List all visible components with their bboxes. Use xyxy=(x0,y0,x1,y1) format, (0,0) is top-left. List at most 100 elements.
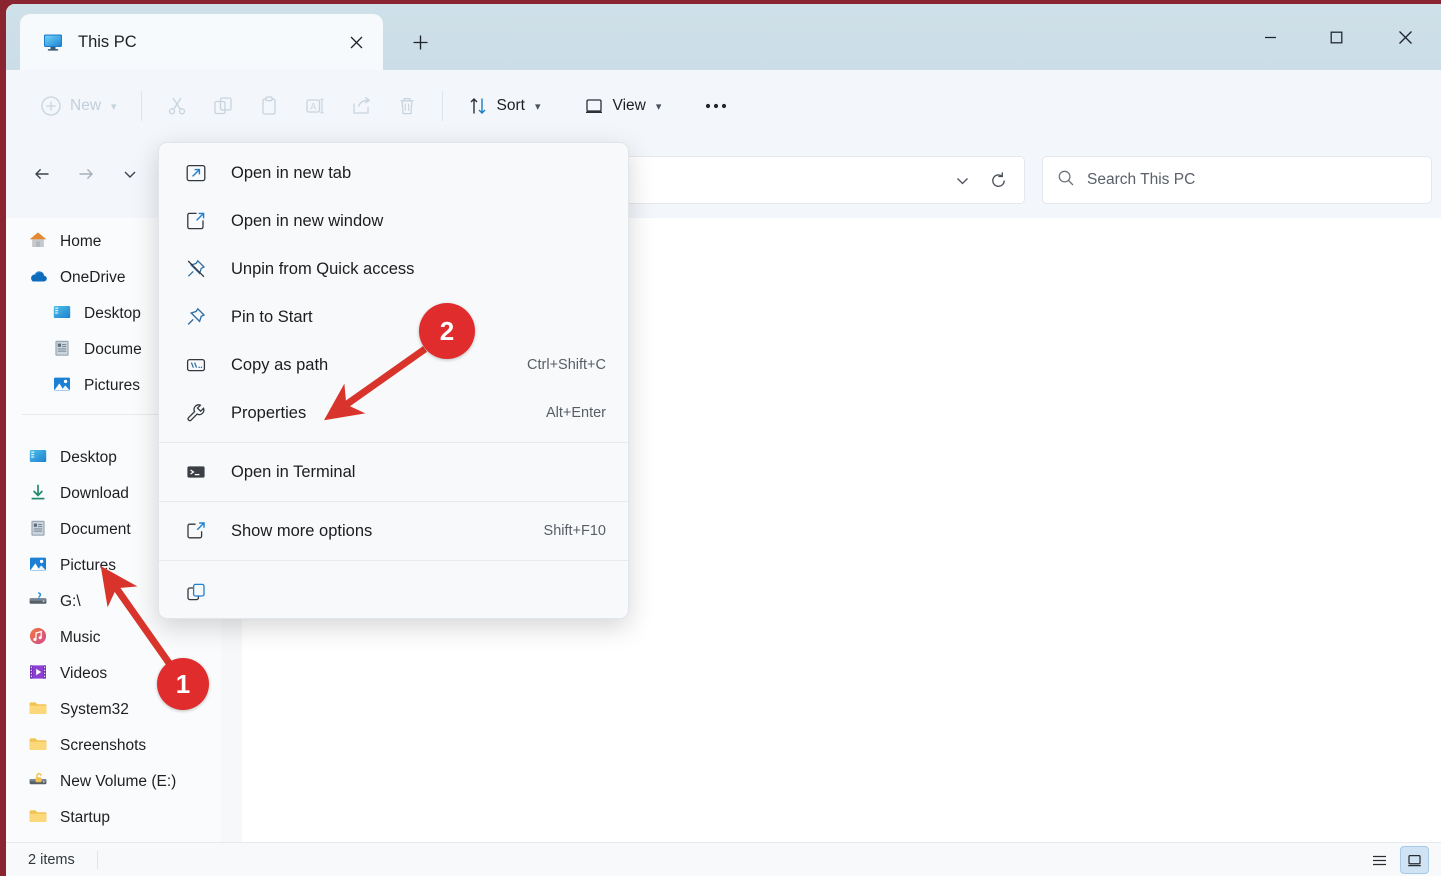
menu-item-pin-to-start[interactable]: Pin to Start xyxy=(159,293,628,341)
pictures-icon xyxy=(28,554,48,579)
large-icons-view-icon[interactable] xyxy=(1400,846,1429,874)
refresh-icon[interactable] xyxy=(980,162,1016,198)
sidebar-label: Screenshots xyxy=(60,737,147,754)
menu-item-open-in-new-window[interactable]: Open in new window xyxy=(159,197,628,245)
menu-item-label: Open in Terminal xyxy=(231,462,356,481)
sidebar-item-downloads[interactable]: Download xyxy=(28,476,129,512)
trash-icon xyxy=(396,95,418,117)
sidebar-item-system32[interactable]: System32 xyxy=(28,692,129,728)
sidebar-label: Home xyxy=(60,233,102,250)
close-window-button[interactable] xyxy=(1369,4,1441,70)
sidebar-item-documents[interactable]: Docume xyxy=(52,332,142,368)
menu-item-label: Show more options xyxy=(231,521,373,540)
search-box[interactable]: Search This PC xyxy=(1042,156,1432,204)
chevron-down-icon[interactable] xyxy=(944,162,980,198)
new-button[interactable]: New ▾ xyxy=(28,85,129,127)
toolbar-divider xyxy=(140,91,142,121)
sidebar-item-home[interactable]: Home xyxy=(28,224,101,260)
forward-button[interactable] xyxy=(66,154,106,194)
more-button[interactable] xyxy=(691,85,741,127)
file-explorer-window: This PC New ▾ A Sort ▾ View ▾ Search Thi… xyxy=(6,4,1441,876)
sidebar-item-desktop[interactable]: Desktop xyxy=(52,296,141,332)
drive-locked-icon xyxy=(28,770,48,795)
menu-item-accel: Ctrl+Shift+C xyxy=(527,357,606,373)
chevron-down-icon: ▾ xyxy=(111,100,117,113)
toolbar-divider-2 xyxy=(441,91,443,121)
show-more-icon xyxy=(183,518,209,544)
menu-item-properties[interactable]: Properties Alt+Enter xyxy=(159,389,628,437)
delete-button[interactable] xyxy=(384,85,430,127)
menu-item-label: Copy as path xyxy=(231,355,329,374)
sidebar-item-music[interactable]: Music xyxy=(28,620,100,656)
sidebar-item-new-volume-e[interactable]: New Volume (E:) xyxy=(28,764,176,800)
sidebar-item-onedrive[interactable]: OneDrive xyxy=(28,260,125,296)
menu-item-show-more-options[interactable]: Show more options Shift+F10 xyxy=(159,507,628,555)
sort-button[interactable]: Sort ▾ xyxy=(455,85,553,127)
sidebar-label: Document xyxy=(60,521,131,538)
menu-item-copy-as-path[interactable]: Copy as path Ctrl+Shift+C xyxy=(159,341,628,389)
sidebar-item-desktop-2[interactable]: Desktop xyxy=(28,440,117,476)
tab-this-pc[interactable]: This PC xyxy=(20,14,383,70)
ellipsis-icon xyxy=(703,95,729,117)
documents-icon xyxy=(28,518,48,543)
menu-item-trailing[interactable] xyxy=(159,566,628,618)
sidebar-label: G:\ xyxy=(60,593,81,610)
share-button[interactable] xyxy=(338,85,384,127)
menu-item-unpin-from-quick-access[interactable]: Unpin from Quick access xyxy=(159,245,628,293)
share-icon xyxy=(350,95,372,117)
cut-button[interactable] xyxy=(154,85,200,127)
sidebar-item-documents-2[interactable]: Document xyxy=(28,512,131,548)
tab-title: This PC xyxy=(78,32,137,51)
status-bar: 2 items xyxy=(6,842,1441,876)
desktop-icon xyxy=(28,446,48,471)
new-tab-button[interactable] xyxy=(398,24,442,60)
menu-separator-3 xyxy=(159,560,628,561)
minimize-button[interactable] xyxy=(1237,4,1303,70)
menu-item-label: Open in new tab xyxy=(231,163,352,182)
annotation-badge-1: 1 xyxy=(157,658,209,710)
window-controls xyxy=(1237,4,1441,70)
this-pc-icon xyxy=(42,31,64,53)
annotation-badge-2: 2 xyxy=(419,303,475,359)
sidebar-label: New Volume (E:) xyxy=(60,773,177,790)
sidebar-label: OneDrive xyxy=(60,269,126,286)
menu-item-label: Properties xyxy=(231,403,307,422)
recent-locations-button[interactable] xyxy=(110,154,150,194)
maximize-button[interactable] xyxy=(1303,4,1369,70)
wrench-icon xyxy=(183,400,209,426)
sidebar-item-screenshots[interactable]: Screenshots xyxy=(28,728,146,764)
view-toggle-group xyxy=(1365,846,1429,874)
back-button[interactable] xyxy=(22,154,62,194)
menu-item-label: Open in new window xyxy=(231,211,384,230)
rename-button[interactable]: A xyxy=(292,85,338,127)
sidebar-item-drive-g[interactable]: G:\ xyxy=(28,584,81,620)
new-button-label: New xyxy=(70,97,102,114)
unpin-icon xyxy=(183,256,209,282)
sidebar-label: Videos xyxy=(60,665,108,682)
menu-item-open-in-new-tab[interactable]: Open in new tab xyxy=(159,149,628,197)
videos-icon xyxy=(28,662,48,687)
view-icon xyxy=(583,95,605,117)
list-view-icon[interactable] xyxy=(1365,846,1394,874)
sidebar-item-startup[interactable]: Startup xyxy=(28,800,110,836)
sidebar-label: Pictures xyxy=(60,557,116,574)
item-count-label: 2 items xyxy=(28,852,75,868)
search-input[interactable]: Search This PC xyxy=(1087,171,1195,189)
menu-item-accel: Shift+F10 xyxy=(543,523,606,539)
menu-item-accel: Alt+Enter xyxy=(545,405,606,421)
rename-icon: A xyxy=(304,95,326,117)
documents-icon xyxy=(52,338,72,363)
close-tab-icon[interactable] xyxy=(341,27,371,57)
folder-icon xyxy=(28,734,48,759)
paste-button[interactable] xyxy=(246,85,292,127)
sidebar-item-pictures[interactable]: Pictures xyxy=(52,368,140,404)
copy-button[interactable] xyxy=(200,85,246,127)
sidebar-label: Desktop xyxy=(84,305,141,322)
svg-text:A: A xyxy=(310,102,316,112)
sidebar-item-videos[interactable]: Videos xyxy=(28,656,107,692)
pin-icon xyxy=(183,304,209,330)
sidebar-item-pictures-2[interactable]: Pictures xyxy=(28,548,116,584)
view-button[interactable]: View ▾ xyxy=(571,85,674,127)
folder-icon xyxy=(28,698,48,723)
menu-item-open-in-terminal[interactable]: Open in Terminal xyxy=(159,448,628,496)
